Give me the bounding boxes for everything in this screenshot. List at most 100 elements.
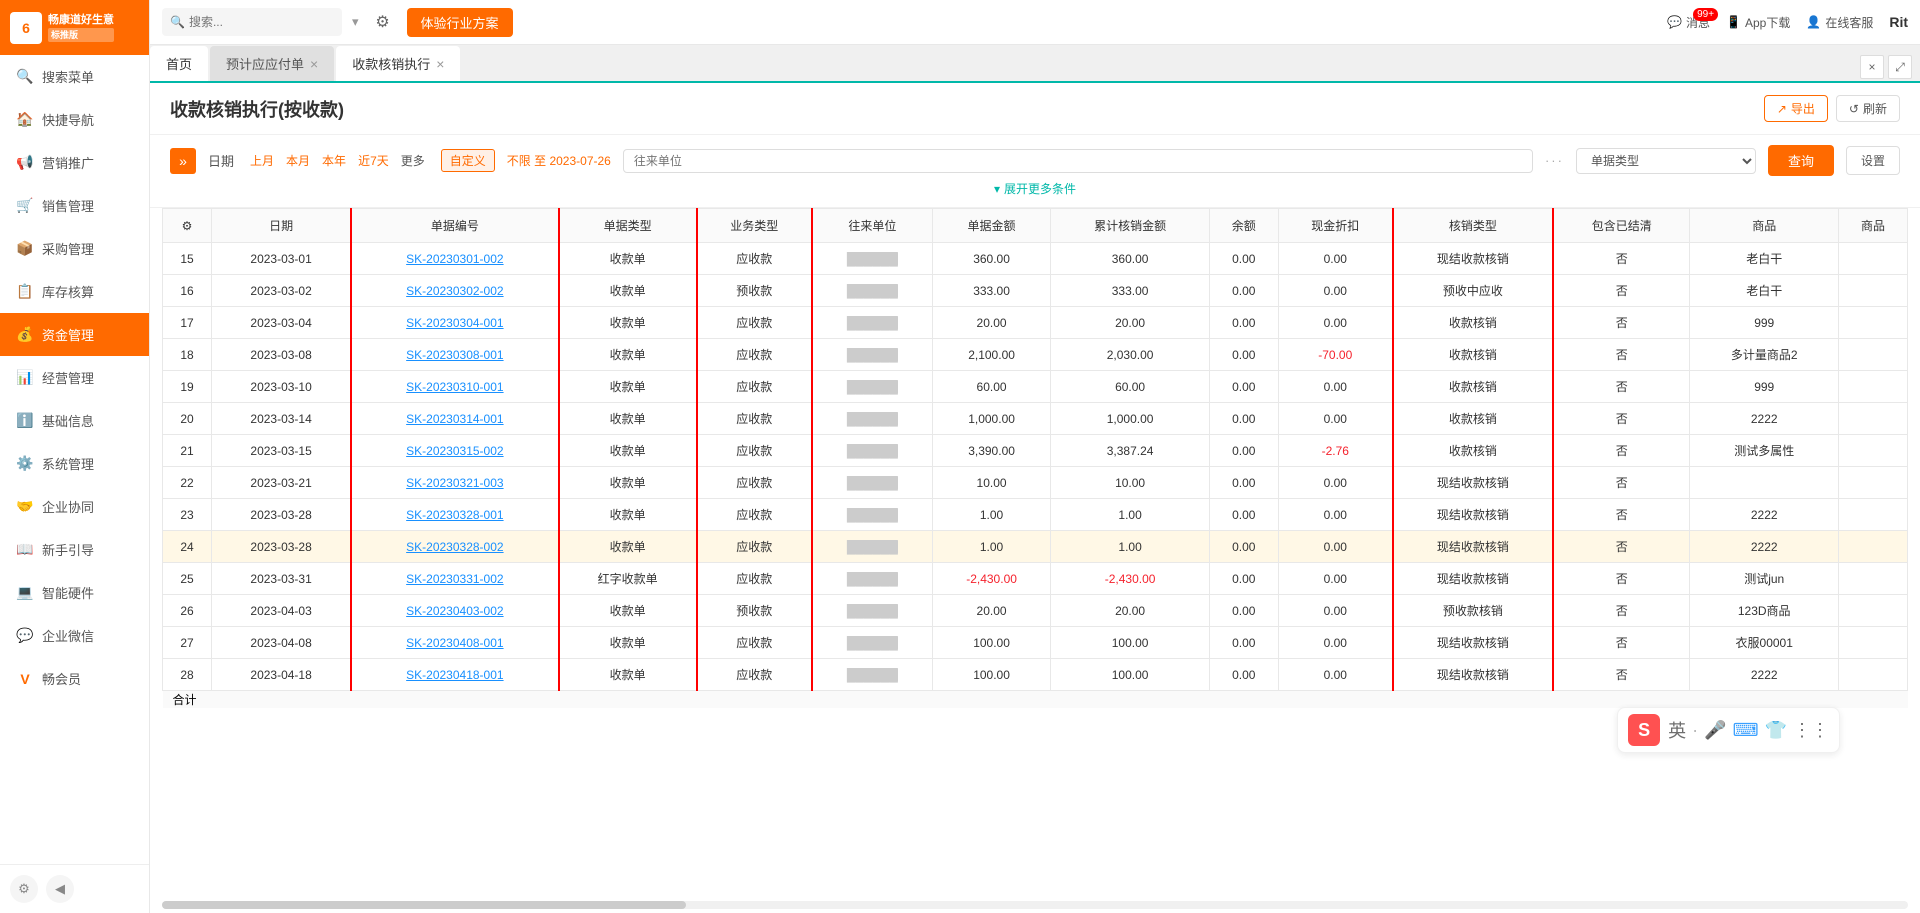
cell-code[interactable]: SK-20230308-001 <box>351 339 559 371</box>
cell-biz: 应收款 <box>697 339 813 371</box>
sidebar-label-base: 基础信息 <box>42 411 94 430</box>
date-btn-this-month[interactable]: 本月 <box>282 150 314 171</box>
cell-no: 28 <box>163 659 212 691</box>
cell-goods2 <box>1838 435 1907 467</box>
cell-code[interactable]: SK-20230331-002 <box>351 563 559 595</box>
topbar-search-box[interactable]: 🔍 <box>162 8 342 36</box>
cell-code[interactable]: SK-20230328-001 <box>351 499 559 531</box>
custom-date-tag[interactable]: 自定义 <box>441 149 495 172</box>
cell-date: 2023-03-21 <box>212 467 352 499</box>
cell-date: 2023-03-28 <box>212 531 352 563</box>
online-service-button[interactable]: 👤 在线客服 <box>1806 14 1873 31</box>
sidebar-label-guide: 新手引导 <box>42 540 94 559</box>
sidebar-item-enterprise[interactable]: 🤝企业协同 <box>0 485 149 528</box>
cell-no: 17 <box>163 307 212 339</box>
topbar-gear-icon[interactable]: ⚙ <box>369 8 397 36</box>
sidebar-item-marketing[interactable]: 📢营销推广 <box>0 141 149 184</box>
cell-code[interactable]: SK-20230301-002 <box>351 243 559 275</box>
cell-code[interactable]: SK-20230403-002 <box>351 595 559 627</box>
cell-included: 否 <box>1553 627 1690 659</box>
solution-button[interactable]: 体验行业方案 <box>407 8 513 37</box>
cell-included: 否 <box>1553 467 1690 499</box>
date-btn-7days[interactable]: 近7天 <box>354 150 393 171</box>
tab-payable-close[interactable]: × <box>310 57 318 71</box>
tab-payable[interactable]: 预计应应付单 × <box>210 46 334 81</box>
sidebar-item-sales[interactable]: 🛒销售管理 <box>0 184 149 227</box>
table-row: 172023-03-04SK-20230304-001收款单应收款██████2… <box>163 307 1908 339</box>
cell-code[interactable]: SK-20230304-001 <box>351 307 559 339</box>
sidebar-item-finance[interactable]: 💰资金管理 <box>0 313 149 356</box>
cell-verify: 现结收款核销 <box>1393 563 1553 595</box>
expand-more-btn[interactable]: ▾ 展开更多条件 <box>170 180 1900 197</box>
sidebar-item-search[interactable]: 🔍搜索菜单 <box>0 55 149 98</box>
tab-close-btn[interactable]: × <box>1860 55 1884 79</box>
cell-code[interactable]: SK-20230418-001 <box>351 659 559 691</box>
sidebar-item-hardware[interactable]: 💻智能硬件 <box>0 571 149 614</box>
data-table: ⚙ 日期 单据编号 单据类型 业务类型 往来单位 单据金额 累计核销金额 余额 … <box>162 208 1908 708</box>
table-row: 232023-03-28SK-20230328-001收款单应收款██████1… <box>163 499 1908 531</box>
tab-expand-btn[interactable]: ⤢ <box>1888 55 1912 79</box>
cell-code[interactable]: SK-20230314-001 <box>351 403 559 435</box>
col-settings[interactable]: ⚙ <box>163 209 212 243</box>
sidebar-item-base[interactable]: ℹ️基础信息 <box>0 399 149 442</box>
table-scrollbar[interactable] <box>162 901 1908 909</box>
user-avatar[interactable]: Rit <box>1889 14 1908 30</box>
cell-biz: 应收款 <box>697 499 813 531</box>
tab-home[interactable]: 首页 <box>150 46 208 81</box>
cell-amount: 360.00 <box>932 243 1051 275</box>
cell-code[interactable]: SK-20230310-001 <box>351 371 559 403</box>
cell-goods1: 2222 <box>1690 499 1838 531</box>
tab-receipts-close[interactable]: × <box>436 57 444 71</box>
sidebar-item-inventory[interactable]: 📋库存核算 <box>0 270 149 313</box>
sidebar-item-guide[interactable]: 📖新手引导 <box>0 528 149 571</box>
col-balance: 余额 <box>1209 209 1278 243</box>
cell-amount: 1,000.00 <box>932 403 1051 435</box>
col-goods1: 商品 <box>1690 209 1838 243</box>
sidebar-item-member[interactable]: V畅会员 <box>0 657 149 700</box>
cell-code[interactable]: SK-20230408-001 <box>351 627 559 659</box>
cell-balance: 0.00 <box>1209 627 1278 659</box>
hardware-icon: 💻 <box>16 584 34 602</box>
tab-receipts[interactable]: 收款核销执行 × <box>336 46 460 81</box>
table-footer-row: 合计 <box>163 691 1908 709</box>
export-button[interactable]: ↗ 导出 <box>1764 95 1828 122</box>
date-btn-this-year[interactable]: 本年 <box>318 150 350 171</box>
tab-controls: × ⤢ <box>1860 55 1920 81</box>
cell-total: 100.00 <box>1051 659 1209 691</box>
date-btn-more[interactable]: 更多 <box>397 150 429 171</box>
tab-payable-label: 预计应应付单 <box>226 54 304 73</box>
cell-balance: 0.00 <box>1209 467 1278 499</box>
cell-included: 否 <box>1553 339 1690 371</box>
cell-included: 否 <box>1553 243 1690 275</box>
date-btn-last-month[interactable]: 上月 <box>246 150 278 171</box>
message-icon: 💬 <box>1667 15 1682 29</box>
sidebar-item-purchase[interactable]: 📦采购管理 <box>0 227 149 270</box>
cell-goods2 <box>1838 275 1907 307</box>
date-filter-label: 日期 <box>208 151 234 170</box>
table-row: 162023-03-02SK-20230302-002收款单预收款██████3… <box>163 275 1908 307</box>
type-select[interactable]: 单据类型 <box>1576 148 1756 174</box>
message-button[interactable]: 💬 消息 99+ <box>1667 14 1710 31</box>
cell-type: 收款单 <box>559 403 697 435</box>
sidebar-item-operations[interactable]: 📊经营管理 <box>0 356 149 399</box>
sidebar-item-wechat[interactable]: 💬企业微信 <box>0 614 149 657</box>
topbar-search-input[interactable] <box>189 15 309 29</box>
cell-code[interactable]: SK-20230321-003 <box>351 467 559 499</box>
scrollbar-thumb <box>162 901 686 909</box>
marketing-icon: 📢 <box>16 154 34 172</box>
settings-bottom-icon[interactable]: ⚙ <box>10 875 38 903</box>
cell-date: 2023-03-01 <box>212 243 352 275</box>
cell-no: 21 <box>163 435 212 467</box>
sidebar-item-quicknav[interactable]: 🏠快捷导航 <box>0 98 149 141</box>
refresh-button[interactable]: ↺ 刷新 <box>1836 95 1900 122</box>
collapse-icon[interactable]: ◀ <box>46 875 74 903</box>
cell-code[interactable]: SK-20230328-002 <box>351 531 559 563</box>
settings-button[interactable]: 设置 <box>1846 146 1900 175</box>
sidebar-item-system[interactable]: ⚙️系统管理 <box>0 442 149 485</box>
query-button[interactable]: 查询 <box>1768 145 1834 176</box>
unit-input[interactable] <box>623 149 1533 173</box>
app-download-button[interactable]: 📱 App下载 <box>1726 14 1790 31</box>
cell-code[interactable]: SK-20230302-002 <box>351 275 559 307</box>
filter-expand-button[interactable]: » <box>170 148 196 174</box>
cell-code[interactable]: SK-20230315-002 <box>351 435 559 467</box>
